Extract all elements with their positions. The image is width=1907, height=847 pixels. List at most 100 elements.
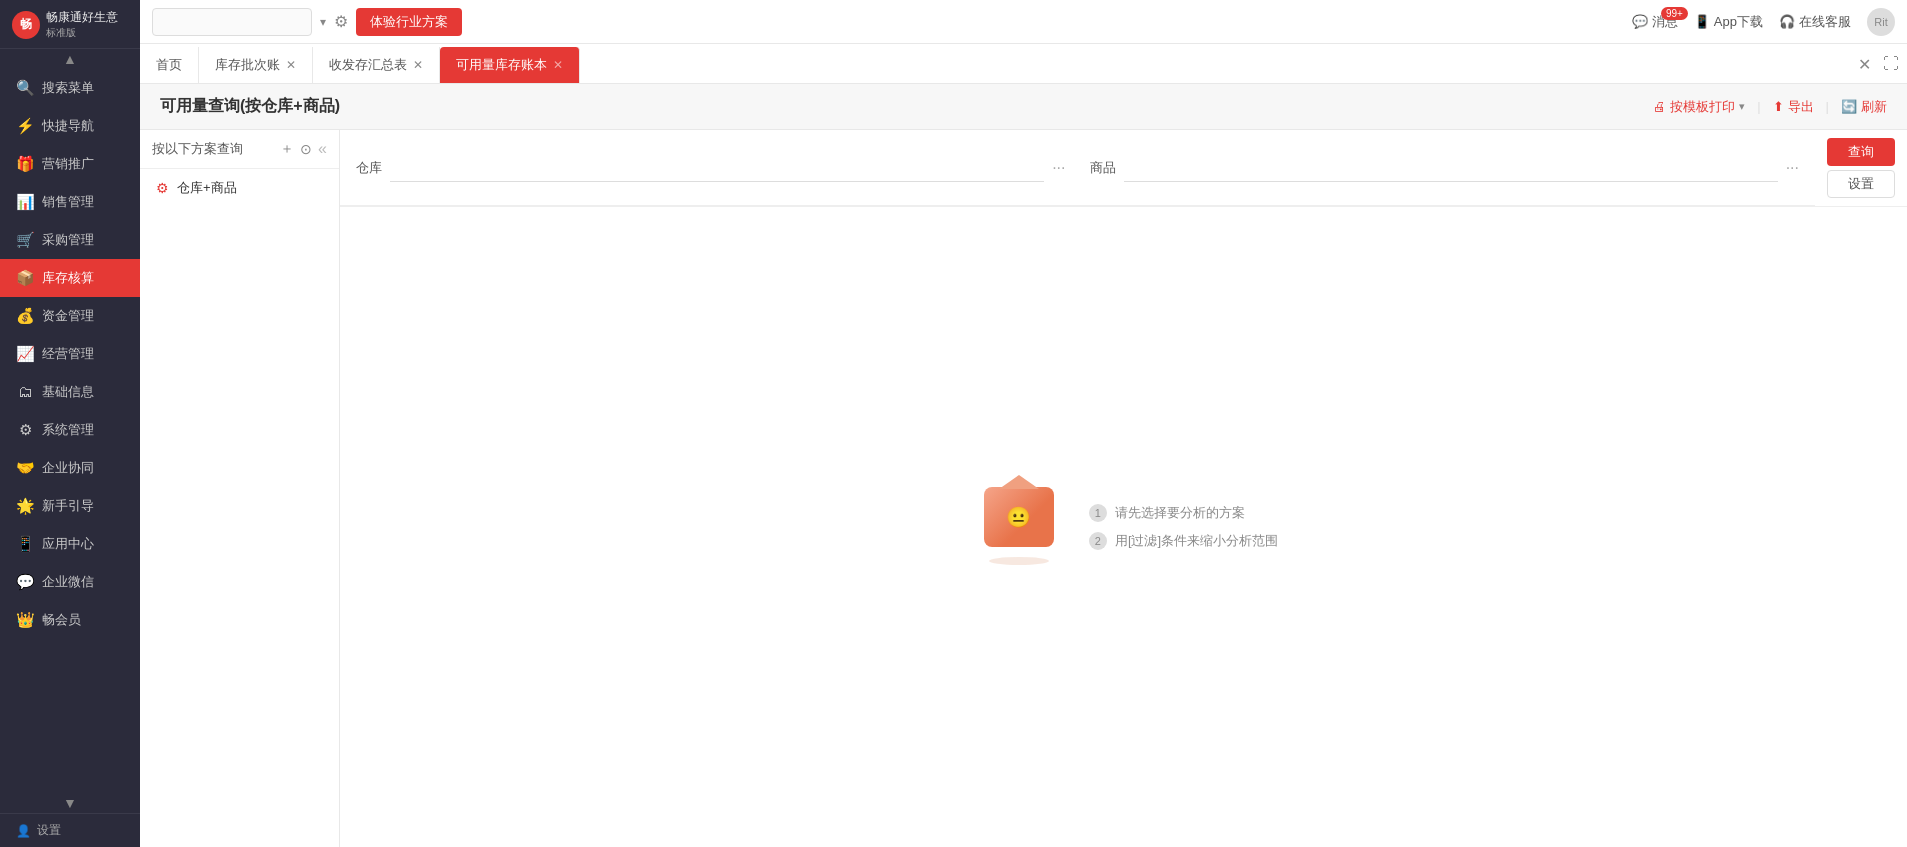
hint-text-1: 请先选择要分析的方案 bbox=[1115, 504, 1245, 522]
sidebar-item-member[interactable]: 👑 畅会员 bbox=[0, 601, 140, 639]
user-avatar-icon: 👤 bbox=[16, 824, 31, 838]
refresh-button[interactable]: 🔄 刷新 bbox=[1841, 98, 1887, 116]
search-icon: 🔍 bbox=[16, 79, 34, 97]
filter-row: 仓库 ··· 商品 ··· bbox=[340, 130, 1815, 206]
filter-area: 仓库 ··· 商品 ··· 查询 设置 bbox=[340, 130, 1907, 207]
action-separator2: | bbox=[1826, 99, 1829, 114]
sidebar-item-label: 营销推广 bbox=[42, 155, 94, 173]
sidebar-item-sales[interactable]: 📊 销售管理 bbox=[0, 183, 140, 221]
sidebar-item-label: 采购管理 bbox=[42, 231, 94, 249]
sidebar-item-finance[interactable]: 💰 资金管理 bbox=[0, 297, 140, 335]
settings-gear-icon[interactable]: ⚙ bbox=[334, 12, 348, 31]
sidebar-item-enterprise[interactable]: 🤝 企业协同 bbox=[0, 449, 140, 487]
tab-close-available-qty[interactable]: ✕ bbox=[553, 58, 563, 72]
warehouse-more-icon[interactable]: ··· bbox=[1052, 159, 1065, 177]
message-badge: 99+ bbox=[1661, 7, 1688, 20]
topbar: ▾ ⚙ 体验行业方案 💬 消息 99+ 📱 App下载 🎧 在线客服 Rit bbox=[140, 0, 1907, 44]
sidebar-user[interactable]: 👤 设置 bbox=[0, 813, 140, 847]
tabbar-close-button[interactable]: ✕ bbox=[1858, 54, 1871, 73]
tab-close-summary[interactable]: ✕ bbox=[413, 58, 423, 72]
sidebar-item-inventory[interactable]: 📦 库存核算 bbox=[0, 259, 140, 297]
left-panel-actions: ＋ ⊙ « bbox=[280, 140, 327, 158]
message-button[interactable]: 💬 消息 99+ bbox=[1632, 13, 1678, 31]
sidebar-item-label: 搜索菜单 bbox=[42, 79, 94, 97]
sidebar-item-quicknav[interactable]: ⚡ 快捷导航 bbox=[0, 107, 140, 145]
online-service-button[interactable]: 🎧 在线客服 bbox=[1779, 13, 1851, 31]
operations-icon: 📈 bbox=[16, 345, 34, 363]
hint-num-2: 2 bbox=[1089, 532, 1107, 550]
tab-close-inventory-batch[interactable]: ✕ bbox=[286, 58, 296, 72]
sidebar-scroll-up[interactable]: ▲ bbox=[0, 49, 140, 69]
query-button[interactable]: 查询 bbox=[1827, 138, 1895, 166]
left-panel-title: 按以下方案查询 bbox=[152, 140, 243, 158]
sidebar-menu: 🔍 搜索菜单 ⚡ 快捷导航 🎁 营销推广 📊 销售管理 🛒 采购管理 📦 库存核… bbox=[0, 69, 140, 793]
left-panel: 按以下方案查询 ＋ ⊙ « ⚙ 仓库+商品 bbox=[140, 130, 340, 847]
sidebar-item-newguide[interactable]: 🌟 新手引导 bbox=[0, 487, 140, 525]
tab-home[interactable]: 首页 bbox=[140, 47, 199, 83]
empty-hint-1: 1 请先选择要分析的方案 bbox=[1089, 504, 1278, 522]
print-button[interactable]: 🖨 按模板打印 ▾ bbox=[1653, 98, 1745, 116]
goods-more-icon[interactable]: ··· bbox=[1786, 159, 1799, 177]
empty-box-graphic: 😐 bbox=[984, 487, 1054, 547]
user-avatar[interactable]: Rit bbox=[1867, 8, 1895, 36]
sidebar-item-label: 企业微信 bbox=[42, 573, 94, 591]
search-input[interactable] bbox=[152, 8, 312, 36]
empty-hints: 1 请先选择要分析的方案 2 用[过滤]条件来缩小分析范围 bbox=[1089, 504, 1278, 550]
empty-face-icon: 😐 bbox=[1006, 505, 1031, 529]
warehouse-input[interactable] bbox=[390, 154, 1044, 182]
warehouse-filter: 仓库 ··· bbox=[356, 154, 1066, 182]
purchase-icon: 🛒 bbox=[16, 231, 34, 249]
enterprise-icon: 🤝 bbox=[16, 459, 34, 477]
sidebar-item-search[interactable]: 🔍 搜索菜单 bbox=[0, 69, 140, 107]
member-icon: 👑 bbox=[16, 611, 34, 629]
tab-available-qty[interactable]: 可用量库存账本 ✕ bbox=[440, 47, 580, 83]
sidebar-item-label: 系统管理 bbox=[42, 421, 94, 439]
basics-icon: 🗂 bbox=[16, 383, 34, 400]
action-separator: | bbox=[1757, 99, 1760, 114]
sidebar: 畅 畅康通好生意 标准版 ▲ 🔍 搜索菜单 ⚡ 快捷导航 🎁 营销推广 📊 销售… bbox=[0, 0, 140, 847]
app-edition: 标准版 bbox=[46, 26, 118, 40]
sidebar-item-basics[interactable]: 🗂 基础信息 bbox=[0, 373, 140, 411]
edit-scheme-button[interactable]: ⊙ bbox=[300, 141, 312, 157]
sidebar-scroll-down[interactable]: ▼ bbox=[0, 793, 140, 813]
hint-num-1: 1 bbox=[1089, 504, 1107, 522]
tabbar-expand-button[interactable]: ⛶ bbox=[1883, 55, 1899, 73]
finance-icon: 💰 bbox=[16, 307, 34, 325]
goods-input[interactable] bbox=[1124, 154, 1778, 182]
search-chevron-icon[interactable]: ▾ bbox=[320, 15, 326, 29]
sidebar-item-purchase[interactable]: 🛒 采购管理 bbox=[0, 221, 140, 259]
sidebar-item-marketing[interactable]: 🎁 营销推广 bbox=[0, 145, 140, 183]
sidebar-item-system[interactable]: ⚙ 系统管理 bbox=[0, 411, 140, 449]
quicknav-icon: ⚡ bbox=[16, 117, 34, 135]
sidebar-logo: 畅 畅康通好生意 标准版 bbox=[0, 0, 140, 49]
sidebar-item-operations[interactable]: 📈 经营管理 bbox=[0, 335, 140, 373]
app-download-button[interactable]: 📱 App下载 bbox=[1694, 13, 1763, 31]
sidebar-username: 设置 bbox=[37, 822, 61, 839]
sidebar-item-wechat[interactable]: 💬 企业微信 bbox=[0, 563, 140, 601]
sidebar-item-label: 新手引导 bbox=[42, 497, 94, 515]
avatar-text: Rit bbox=[1874, 16, 1887, 28]
filter-actions: 查询 设置 bbox=[1815, 130, 1907, 206]
wechat-icon: 💬 bbox=[16, 573, 34, 591]
sidebar-item-label: 销售管理 bbox=[42, 193, 94, 211]
goods-filter: 商品 ··· bbox=[1090, 154, 1800, 182]
left-panel-header: 按以下方案查询 ＋ ⊙ « bbox=[140, 130, 339, 169]
goods-label: 商品 bbox=[1090, 159, 1116, 177]
tab-inventory-batch[interactable]: 库存批次账 ✕ bbox=[199, 47, 313, 83]
scheme-item-warehouse-goods[interactable]: ⚙ 仓库+商品 bbox=[140, 169, 339, 207]
trial-button[interactable]: 体验行业方案 bbox=[356, 8, 462, 36]
tab-summary[interactable]: 收发存汇总表 ✕ bbox=[313, 47, 440, 83]
app-name: 畅康通好生意 bbox=[46, 10, 118, 26]
export-button[interactable]: ⬆ 导出 bbox=[1773, 98, 1814, 116]
scheme-item-label: 仓库+商品 bbox=[177, 179, 237, 197]
add-scheme-button[interactable]: ＋ bbox=[280, 140, 294, 158]
page-header: 可用量查询(按仓库+商品) 🖨 按模板打印 ▾ | ⬆ 导出 | 🔄 刷新 bbox=[140, 84, 1907, 130]
main-area: ▾ ⚙ 体验行业方案 💬 消息 99+ 📱 App下载 🎧 在线客服 Rit bbox=[140, 0, 1907, 847]
page-title: 可用量查询(按仓库+商品) bbox=[160, 96, 340, 117]
settings-button[interactable]: 设置 bbox=[1827, 170, 1895, 198]
sidebar-item-label: 基础信息 bbox=[42, 383, 94, 401]
inventory-icon: 📦 bbox=[16, 269, 34, 287]
collapse-panel-button[interactable]: « bbox=[318, 140, 327, 158]
sidebar-item-appcenter[interactable]: 📱 应用中心 bbox=[0, 525, 140, 563]
empty-shadow bbox=[989, 557, 1049, 565]
